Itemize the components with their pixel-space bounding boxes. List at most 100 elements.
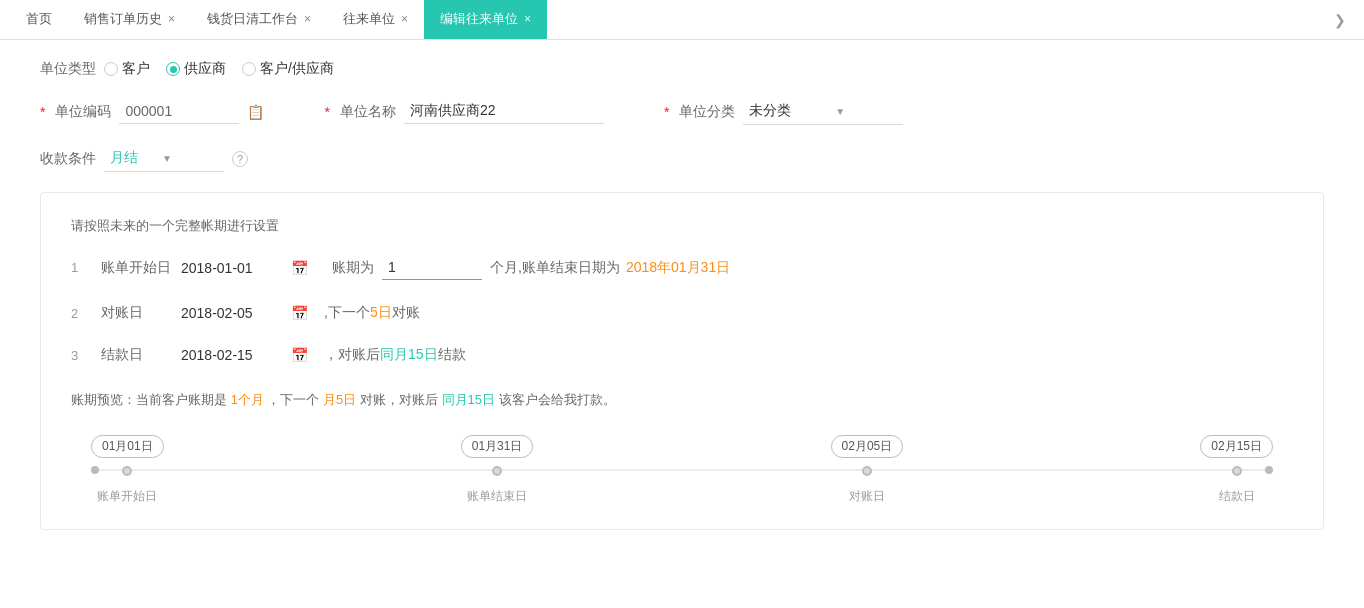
radio-supplier-label: 供应商 (184, 60, 226, 78)
timeline-dot-4 (1232, 466, 1242, 476)
payment-row: 收款条件 月结 ▼ ? (40, 145, 1324, 172)
timeline-items: 01月01日 账单开始日 01月31日 账单结束日 02月05日 对账日 02月… (91, 435, 1273, 505)
timeline-sub-2: 账单结束日 (467, 488, 527, 505)
period-unit: 个月,账单结束日期为 (490, 259, 620, 277)
code-label: 单位编码 (55, 103, 111, 121)
tab-edit-unit-label: 编辑往来单位 (440, 10, 518, 28)
row-label-3: 结款日 (101, 346, 181, 364)
row-num-3: 3 (71, 348, 101, 363)
radio-both-circle (242, 62, 256, 76)
row-suffix-2b: 5日 (370, 304, 392, 322)
category-select[interactable]: 未分类 ▼ (743, 98, 903, 125)
tab-units[interactable]: 往来单位 × (327, 0, 424, 39)
row-suffix-2a: ,下一个 (324, 304, 370, 322)
radio-supplier-circle (166, 62, 180, 76)
timeline-badge-1: 01月01日 (91, 435, 164, 458)
main-content: 单位类型 客户 供应商 客户/供应商 * 单位编码 (0, 40, 1364, 608)
radio-both-label: 客户/供应商 (260, 60, 334, 78)
preview-text: 账期预览：当前客户账期是 1个月 ，下一个 月5日 对账，对账后 同月15日 该… (71, 388, 1293, 411)
code-group: * 单位编码 📋 (40, 99, 264, 124)
timeline-right-end-dot (1265, 466, 1273, 474)
timeline: 01月01日 账单开始日 01月31日 账单结束日 02月05日 对账日 02月… (71, 435, 1293, 505)
radio-group: 客户 供应商 客户/供应商 (104, 60, 334, 78)
code-star: * (40, 104, 45, 120)
table-row-3: 3 结款日 2018-02-15 📅 ，对账后 同月15日 结款 (71, 346, 1293, 364)
timeline-item-1: 01月01日 账单开始日 (91, 435, 164, 505)
timeline-item-3: 02月05日 对账日 (831, 435, 904, 505)
payment-help-icon[interactable]: ? (232, 151, 248, 167)
radio-customer-circle (104, 62, 118, 76)
category-label: 单位分类 (679, 103, 735, 121)
payment-select[interactable]: 月结 ▼ (104, 145, 224, 172)
tab-sales-history-close[interactable]: × (168, 12, 175, 26)
period-card: 请按照未来的一个完整帐期进行设置 1 账单开始日 2018-01-01 📅 账期… (40, 192, 1324, 530)
timeline-item-2: 01月31日 账单结束日 (461, 435, 534, 505)
timeline-sub-3: 对账日 (849, 488, 885, 505)
tab-cash-work[interactable]: 钱货日清工作台 × (191, 0, 327, 39)
unit-type-row: 单位类型 客户 供应商 客户/供应商 (40, 60, 1324, 78)
unit-type-group: 单位类型 客户 供应商 客户/供应商 (40, 60, 334, 78)
row-date-3: 2018-02-15 (181, 347, 291, 363)
row-label-2: 对账日 (101, 304, 181, 322)
cal-icon-1[interactable]: 📅 (291, 260, 308, 276)
row-suffix-1: 账期为 (332, 259, 374, 277)
category-star: * (664, 104, 669, 120)
period-end-date: 2018年01月31日 (626, 259, 730, 277)
period-input[interactable] (382, 255, 482, 280)
preview-day: 月5日 (323, 392, 356, 407)
category-arrow-icon: ▼ (835, 106, 845, 117)
tab-units-label: 往来单位 (343, 10, 395, 28)
row-label-1: 账单开始日 (101, 259, 181, 277)
tab-bar: 首页 销售订单历史 × 钱货日清工作台 × 往来单位 × 编辑往来单位 × ❯ (0, 0, 1364, 40)
timeline-sub-4: 结款日 (1219, 488, 1255, 505)
name-group: * 单位名称 (324, 99, 603, 124)
preview-mid2: 对账，对账后 (360, 392, 438, 407)
code-copy-icon[interactable]: 📋 (247, 104, 264, 120)
radio-supplier[interactable]: 供应商 (166, 60, 226, 78)
payment-group: 收款条件 月结 ▼ ? (40, 145, 248, 172)
category-value: 未分类 (749, 102, 791, 120)
tab-nav-arrow[interactable]: ❯ (1326, 0, 1354, 39)
table-row-1: 1 账单开始日 2018-01-01 📅 账期为 个月,账单结束日期为 2018… (71, 255, 1293, 280)
timeline-dot-1 (122, 466, 132, 476)
tab-sales-history-label: 销售订单历史 (84, 10, 162, 28)
code-input[interactable] (119, 99, 239, 124)
cal-icon-3[interactable]: 📅 (291, 347, 308, 363)
timeline-left-end-dot (91, 466, 99, 474)
preview-mid: ，下一个 (267, 392, 319, 407)
name-input[interactable] (404, 99, 604, 124)
tab-home-label: 首页 (26, 10, 52, 28)
row-date-2: 2018-02-05 (181, 305, 291, 321)
payment-value: 月结 (110, 149, 138, 167)
tab-units-close[interactable]: × (401, 12, 408, 26)
cal-icon-2[interactable]: 📅 (291, 305, 308, 321)
row-date-1: 2018-01-01 (181, 260, 291, 276)
row-suffix-3c: 结款 (438, 346, 466, 364)
row-num-1: 1 (71, 260, 101, 275)
tab-cash-work-close[interactable]: × (304, 12, 311, 26)
row-suffix-2c: 对账 (392, 304, 420, 322)
name-label: 单位名称 (340, 103, 396, 121)
tab-cash-work-label: 钱货日清工作台 (207, 10, 298, 28)
code-name-row: * 单位编码 📋 * 单位名称 * 单位分类 未分类 ▼ (40, 98, 1324, 125)
preview-month: 1个月 (231, 392, 264, 407)
card-title: 请按照未来的一个完整帐期进行设置 (71, 217, 1293, 235)
timeline-item-4: 02月15日 结款日 (1200, 435, 1273, 505)
tab-edit-unit[interactable]: 编辑往来单位 × (424, 0, 547, 39)
preview-end: 该客户会给我打款。 (499, 392, 616, 407)
category-group: * 单位分类 未分类 ▼ (664, 98, 903, 125)
name-star: * (324, 104, 329, 120)
preview-label: 账期预览：当前客户账期是 (71, 392, 227, 407)
table-row-2: 2 对账日 2018-02-05 📅 ,下一个 5日 对账 (71, 304, 1293, 322)
row-num-2: 2 (71, 306, 101, 321)
timeline-badge-3: 02月05日 (831, 435, 904, 458)
timeline-badge-4: 02月15日 (1200, 435, 1273, 458)
tab-home[interactable]: 首页 (10, 0, 68, 39)
radio-both[interactable]: 客户/供应商 (242, 60, 334, 78)
tab-edit-unit-close[interactable]: × (524, 12, 531, 26)
radio-customer-label: 客户 (122, 60, 150, 78)
radio-customer[interactable]: 客户 (104, 60, 150, 78)
payment-arrow-icon: ▼ (162, 153, 172, 164)
tab-sales-history[interactable]: 销售订单历史 × (68, 0, 191, 39)
timeline-dot-2 (492, 466, 502, 476)
